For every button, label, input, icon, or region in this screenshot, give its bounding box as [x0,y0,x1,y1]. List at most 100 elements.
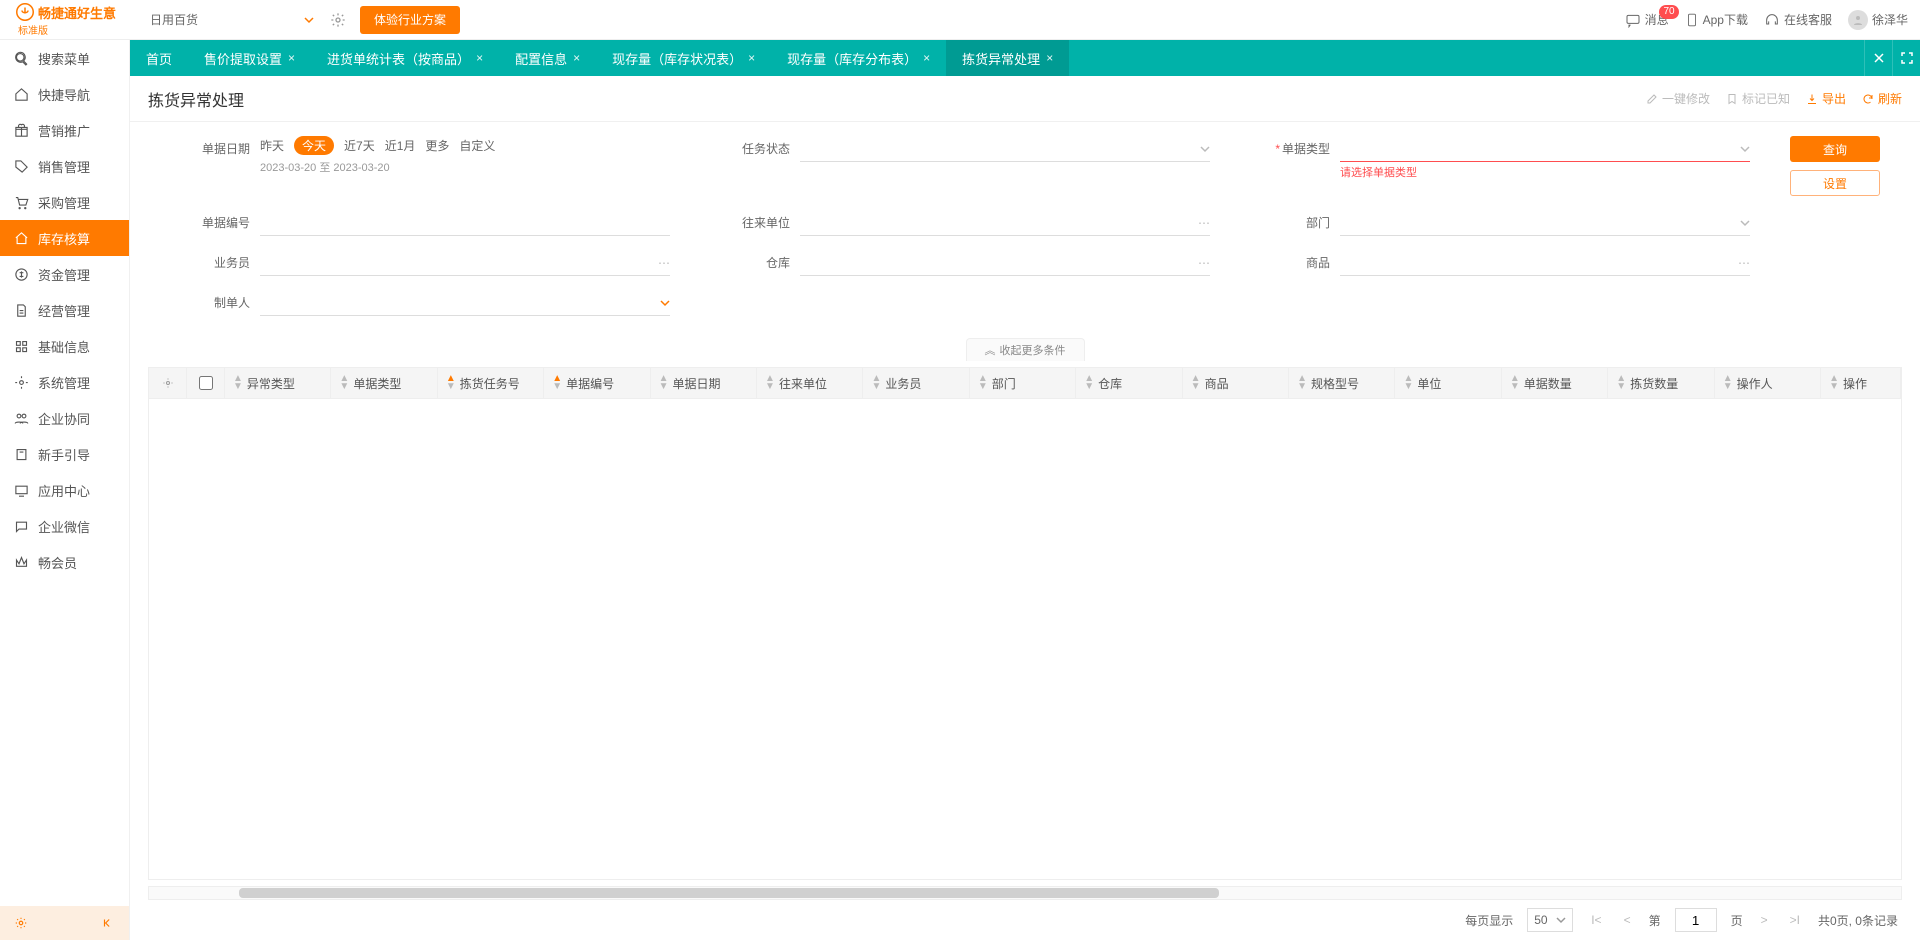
footer-gear-icon[interactable] [14,916,28,930]
col-2[interactable]: ▲▼拣货任务号 [438,368,544,398]
col-4[interactable]: ▲▼单据日期 [651,368,757,398]
messages-button[interactable]: 消息 70 [1625,11,1669,28]
col-select-all[interactable] [187,368,225,398]
scrollbar-thumb[interactable] [239,888,1219,898]
cta-button[interactable]: 体验行业方案 [360,6,460,34]
col-10[interactable]: ▲▼规格型号 [1289,368,1395,398]
maker-select[interactable] [260,290,670,316]
bill-type-select[interactable]: 请选择单据类型 [1340,136,1750,162]
dept-select[interactable] [1340,210,1750,236]
select-all-checkbox[interactable] [199,376,213,390]
sidebar-item-8[interactable]: 基础信息 [0,328,129,364]
sidebar-item-1[interactable]: 快捷导航 [0,76,129,112]
col-14[interactable]: ▲▼操作人 [1715,368,1821,398]
user-menu[interactable]: 徐泽华 [1848,10,1908,30]
date-quick-5[interactable]: 自定义 [459,137,495,154]
collapse-filters-button[interactable]: ︽ 收起更多条件 [966,338,1085,361]
sidebar-item-4[interactable]: 采购管理 [0,184,129,220]
sidebar-item-14[interactable]: 畅会员 [0,544,129,580]
tab-3[interactable]: 配置信息× [499,40,596,76]
online-service-button[interactable]: 在线客服 [1764,11,1832,28]
sidebar-item-2[interactable]: 营销推广 [0,112,129,148]
date-quick-4[interactable]: 更多 [425,137,449,154]
col-12[interactable]: ▲▼单据数量 [1502,368,1608,398]
col-5[interactable]: ▲▼往来单位 [757,368,863,398]
col-8[interactable]: ▲▼仓库 [1076,368,1182,398]
sidebar-item-12[interactable]: 应用中心 [0,472,129,508]
tab-2[interactable]: 进货单统计表（按商品）× [311,40,499,76]
date-quick-0[interactable]: 昨天 [260,137,284,154]
sidebar-item-13[interactable]: 企业微信 [0,508,129,544]
tab-6[interactable]: 拣货异常处理× [946,40,1069,76]
sidebar-item-label: 快捷导航 [38,85,90,104]
salesman-input[interactable]: ⋯ [260,250,670,276]
per-page-select[interactable]: 50 [1527,908,1573,932]
tab-close-icon[interactable]: × [748,51,755,65]
warehouse-input[interactable]: ⋯ [800,250,1210,276]
tab-5[interactable]: 现存量（库存分布表）× [771,40,946,76]
batch-edit-button[interactable]: 一键修改 [1646,90,1710,107]
pager-next[interactable]: > [1757,913,1772,927]
mark-known-button[interactable]: 标记已知 [1726,90,1790,107]
sidebar-item-5[interactable]: 库存核算 [0,220,129,256]
tab-0[interactable]: 首页 [130,40,188,76]
date-quick-1[interactable]: 今天 [294,136,334,155]
sidebar-item-6[interactable]: 资金管理 [0,256,129,292]
tab-close-icon[interactable]: × [288,51,295,65]
sidebar-item-label: 经营管理 [38,301,90,320]
pager-first[interactable]: I< [1587,913,1605,927]
partner-input[interactable]: ⋯ [800,210,1210,236]
sidebar-item-label: 采购管理 [38,193,90,212]
app-download-button[interactable]: App下载 [1685,11,1748,28]
col-6[interactable]: ▲▼业务员 [863,368,969,398]
search-icon [14,51,30,66]
tab-4[interactable]: 现存量（库存状况表）× [596,40,771,76]
sidebar-item-7[interactable]: 经营管理 [0,292,129,328]
col-9[interactable]: ▲▼商品 [1183,368,1289,398]
gear-icon [14,375,30,390]
page-header: 拣货异常处理 一键修改 标记已知 导出 [130,76,1920,122]
footer-collapse-icon[interactable] [101,916,115,930]
tab-1[interactable]: 售价提取设置× [188,40,311,76]
tab-close-icon[interactable]: × [573,51,580,65]
sidebar-item-9[interactable]: 系统管理 [0,364,129,400]
industry-select[interactable]: 日用百货 [142,7,322,33]
refresh-button[interactable]: 刷新 [1862,90,1902,107]
col-11[interactable]: ▲▼单位 [1395,368,1501,398]
sidebar-item-3[interactable]: 销售管理 [0,148,129,184]
tab-label: 首页 [146,49,172,68]
col-3[interactable]: ▲▼单据编号 [544,368,650,398]
pager-page-input[interactable] [1675,908,1717,932]
col-15[interactable]: ▲▼操作 [1821,368,1901,398]
col-config[interactable] [149,368,187,398]
pager-prev[interactable]: < [1620,913,1635,927]
horizontal-scrollbar[interactable] [148,886,1902,900]
bill-no-input[interactable] [260,210,670,236]
export-button[interactable]: 导出 [1806,90,1846,107]
dept-label: 部门 [1250,210,1330,231]
col-1[interactable]: ▲▼单据类型 [331,368,437,398]
tab-close-all[interactable] [1864,40,1892,76]
sidebar-item-11[interactable]: 新手引导 [0,436,129,472]
sidebar-item-0[interactable]: 搜索菜单 [0,40,129,76]
col-label: 拣货任务号 [460,375,520,392]
product-input[interactable]: ⋯ [1340,250,1750,276]
tab-close-icon[interactable]: × [476,51,483,65]
pager-last[interactable]: >I [1786,913,1804,927]
tab-close-icon[interactable]: × [1046,51,1053,65]
tab-fullscreen[interactable] [1892,40,1920,76]
col-0[interactable]: ▲▼异常类型 [225,368,331,398]
phone-icon [1685,12,1699,28]
tab-close-icon[interactable]: × [923,51,930,65]
partner-label: 往来单位 [710,210,790,231]
settings-icon[interactable] [330,12,346,28]
col-13[interactable]: ▲▼拣货数量 [1608,368,1714,398]
gear-icon [162,377,174,389]
date-quick-3[interactable]: 近1月 [385,137,416,154]
query-button[interactable]: 查询 [1790,136,1880,162]
col-7[interactable]: ▲▼部门 [970,368,1076,398]
settings-button[interactable]: 设置 [1790,170,1880,196]
sidebar-item-10[interactable]: 企业协同 [0,400,129,436]
date-quick-2[interactable]: 近7天 [344,137,375,154]
task-status-select[interactable] [800,136,1210,162]
